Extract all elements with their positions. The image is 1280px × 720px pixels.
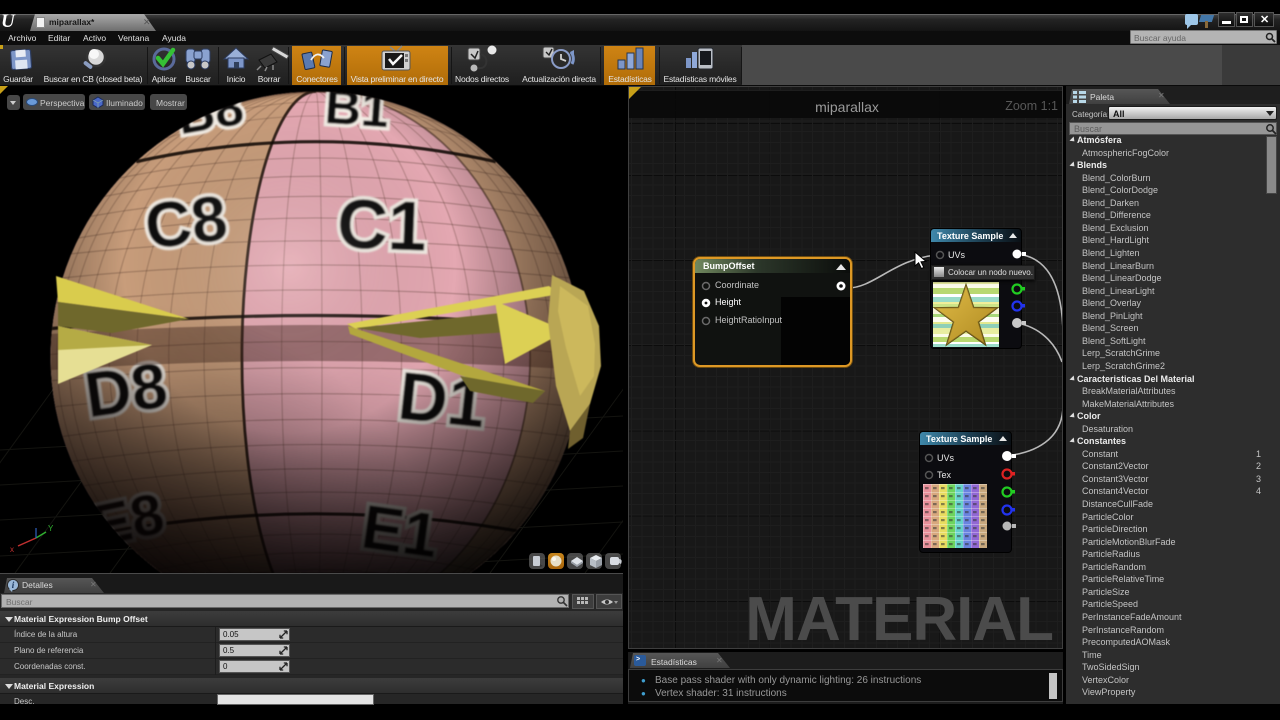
svg-text:x: x [10, 545, 14, 554]
svg-text:Y: Y [48, 524, 54, 533]
